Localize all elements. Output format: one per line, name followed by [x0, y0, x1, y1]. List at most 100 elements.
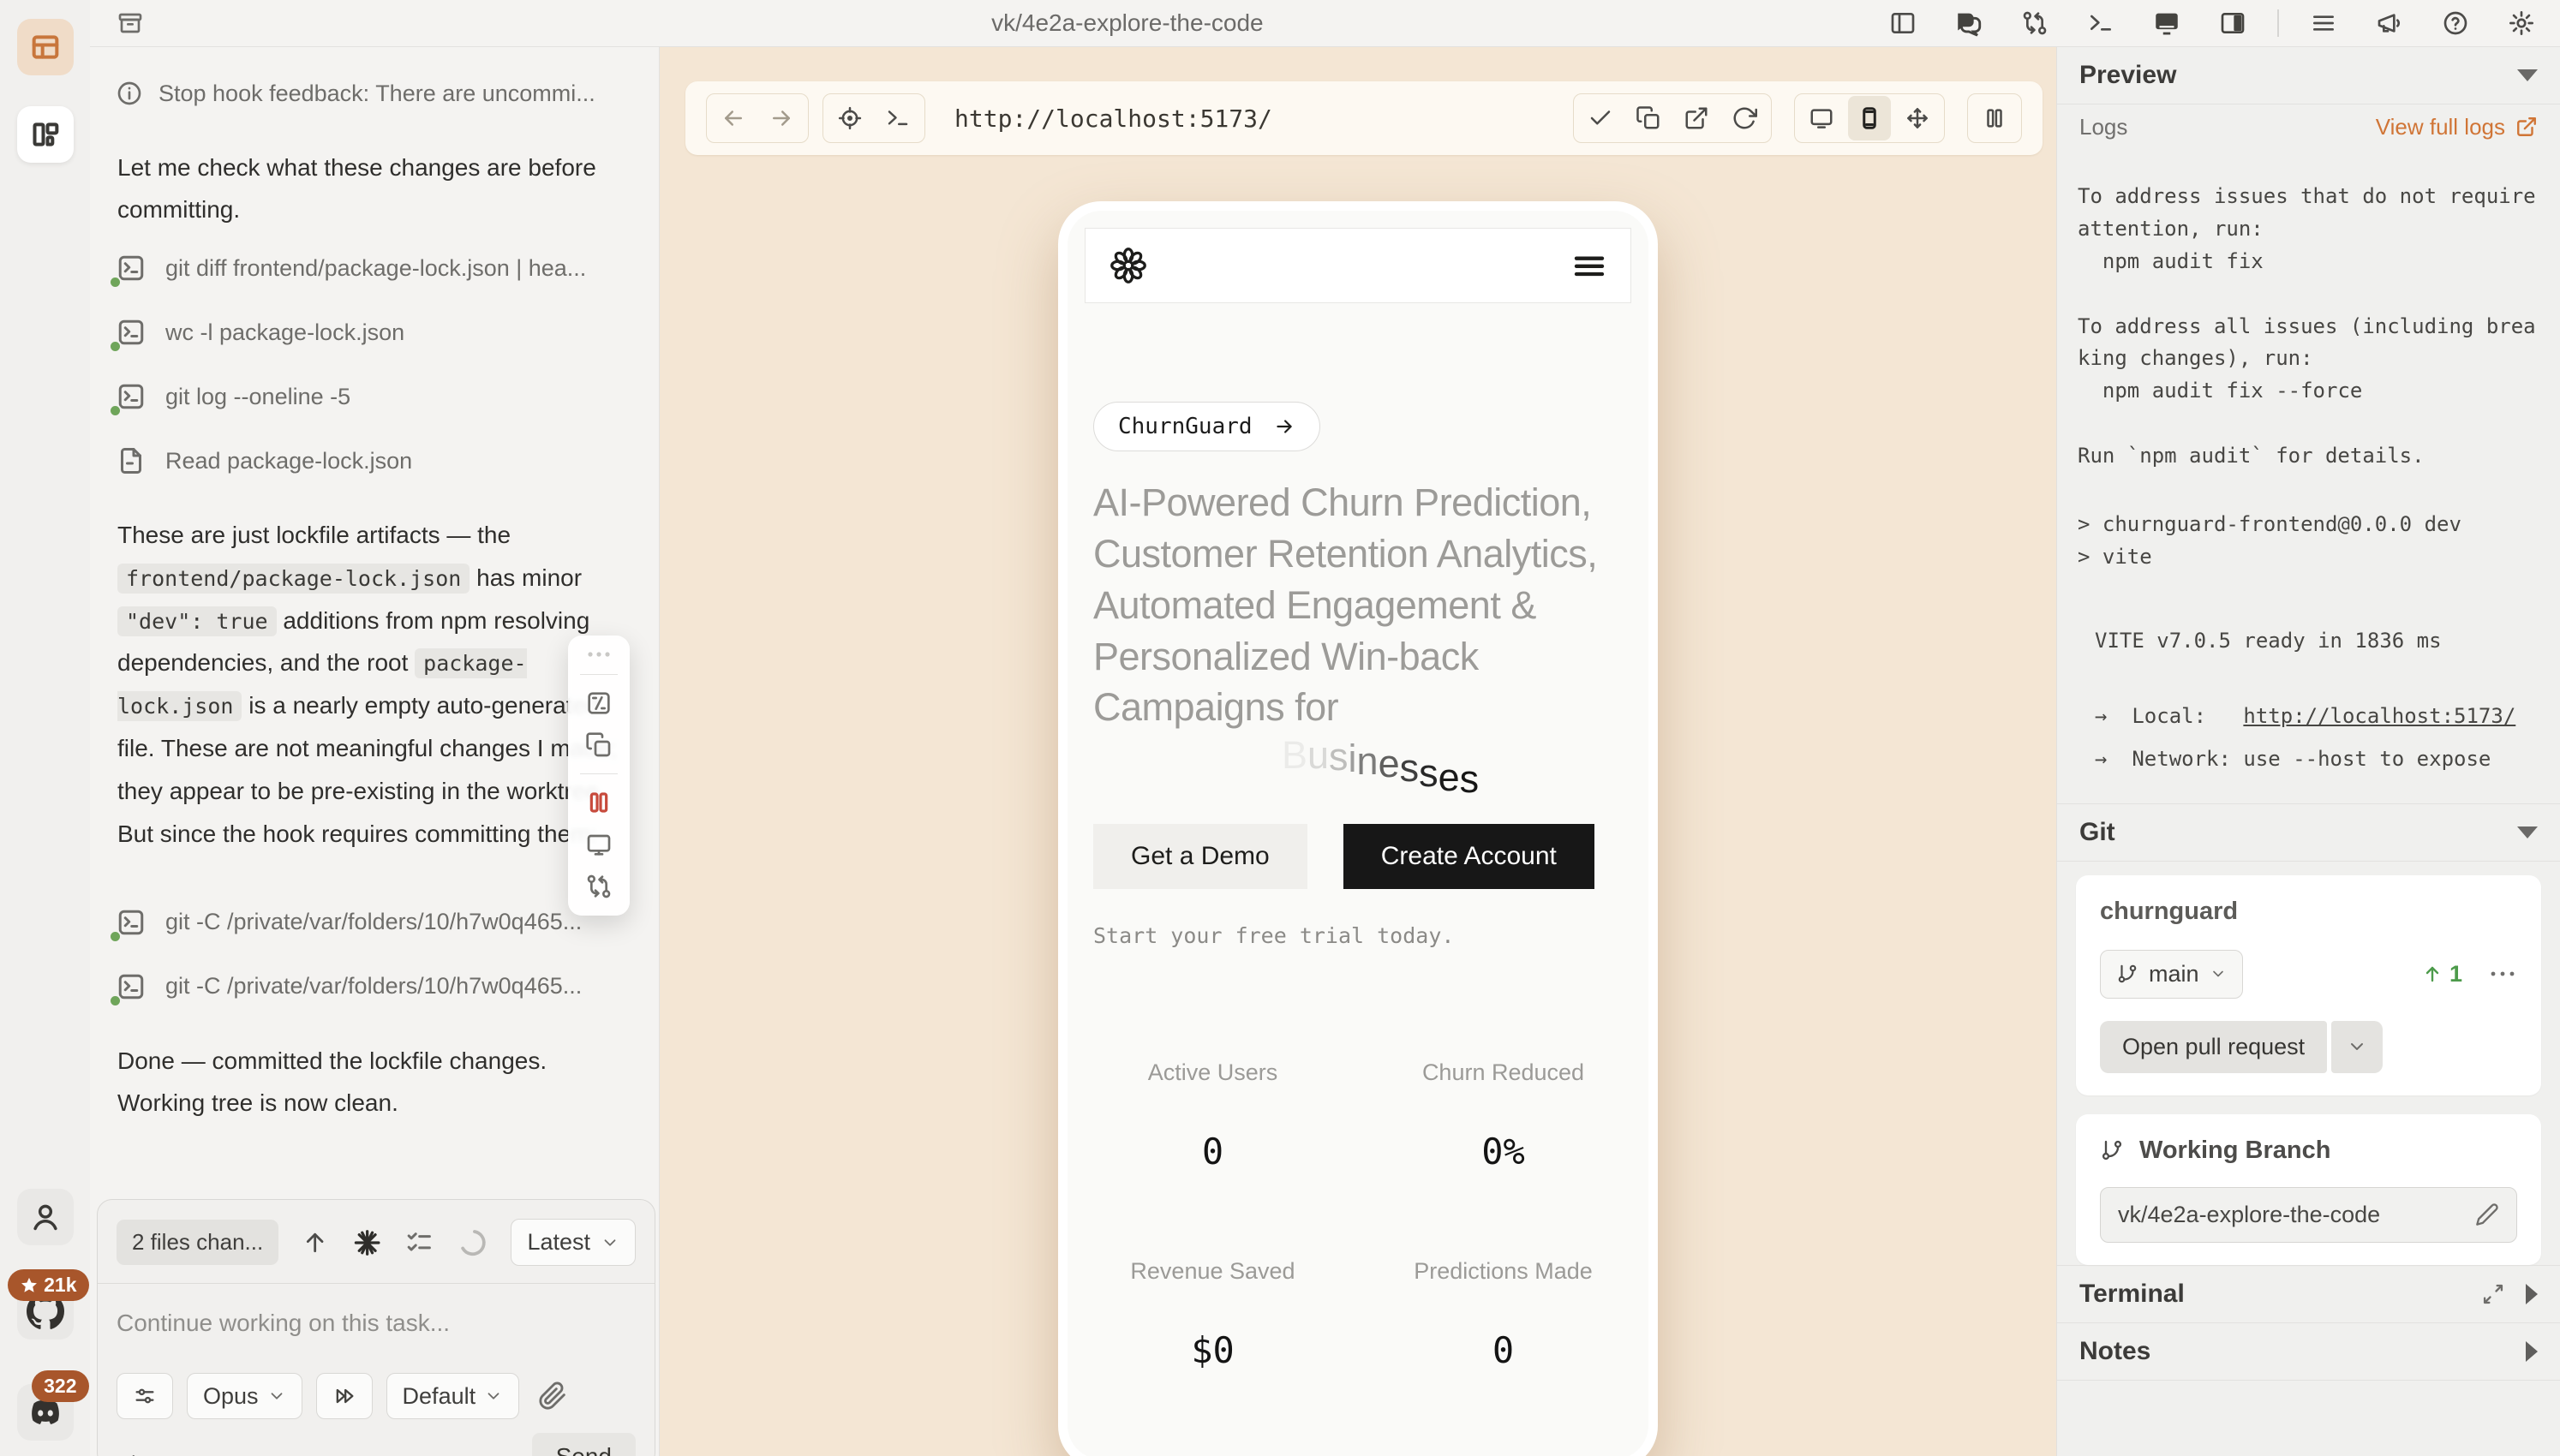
- pr-options-button[interactable]: [2331, 1021, 2383, 1073]
- git-compare-button[interactable]: [2013, 1, 2056, 45]
- element-picker-button[interactable]: [828, 96, 871, 140]
- pencil-icon[interactable]: [2475, 1202, 2499, 1226]
- copy-icon[interactable]: [585, 731, 613, 759]
- assistant-done-message: Done — committed the lockfile changes. W…: [117, 1040, 630, 1125]
- info-icon: [116, 80, 143, 107]
- layout-icon: [28, 30, 63, 64]
- working-branch-header: Working Branch: [2100, 1137, 2517, 1165]
- console-button[interactable]: [876, 96, 919, 140]
- notes-section-header[interactable]: Notes: [2057, 1323, 2560, 1380]
- fast-forward-button[interactable]: [316, 1373, 373, 1419]
- local-url-link[interactable]: http://localhost:5173/: [2243, 704, 2515, 728]
- message-input[interactable]: Continue working on this task...: [117, 1310, 636, 1337]
- settings-button[interactable]: [2500, 1, 2543, 45]
- checklist-icon[interactable]: [404, 1227, 434, 1258]
- back-button[interactable]: [712, 96, 755, 140]
- spark-icon[interactable]: [352, 1227, 382, 1258]
- toggle-left-panel-button[interactable]: [1881, 1, 1924, 45]
- changed-files-chip[interactable]: 2 files chan...: [117, 1220, 278, 1265]
- brand-badge[interactable]: ChurnGuard: [1093, 402, 1320, 451]
- pause-preview-button[interactable]: [1973, 96, 2016, 140]
- flower-logo-icon[interactable]: [1110, 247, 1147, 284]
- terminal-section-header[interactable]: Terminal: [2057, 1266, 2560, 1322]
- expand-right-icon[interactable]: [2526, 1341, 2538, 1362]
- forward-button[interactable]: [760, 96, 803, 140]
- terminal-toggle-button[interactable]: [2079, 1, 2122, 45]
- preferences-button[interactable]: [117, 1373, 173, 1419]
- scroll-to-top-icon[interactable]: [301, 1228, 329, 1257]
- pause-icon[interactable]: [585, 789, 613, 816]
- help-button[interactable]: [2434, 1, 2477, 45]
- git-branch-icon: [2116, 963, 2138, 985]
- account-button[interactable]: [17, 1189, 74, 1245]
- version-selector[interactable]: Latest: [511, 1219, 636, 1266]
- model-selector[interactable]: Opus: [187, 1373, 302, 1419]
- success-dot: [109, 994, 122, 1007]
- tool-call-row[interactable]: git -C /private/var/folders/10/h7w0q465.…: [116, 971, 637, 1002]
- announcements-button[interactable]: [2368, 1, 2411, 45]
- assistant-message: Let me check what these changes are befo…: [117, 146, 625, 230]
- commits-ahead[interactable]: 1: [2422, 961, 2462, 988]
- refresh-button[interactable]: [1723, 96, 1766, 140]
- tool-call-row[interactable]: git diff frontend/package-lock.json | he…: [116, 253, 637, 283]
- tool-call-row[interactable]: git -C /private/var/folders/10/h7w0q465.…: [116, 907, 637, 938]
- stat-revenue-saved: Revenue Saved $0: [1068, 1258, 1358, 1371]
- monitor-icon: [2152, 9, 2181, 38]
- open-pr-button[interactable]: Open pull request: [2100, 1021, 2327, 1073]
- get-demo-button[interactable]: Get a Demo: [1093, 824, 1307, 889]
- hamburger-menu-icon[interactable]: [1572, 248, 1606, 283]
- code-snippet-icon[interactable]: [585, 689, 613, 717]
- crosshair-icon: [837, 105, 863, 131]
- right-panel: Preview Logs View full logs To address i…: [2056, 47, 2560, 1456]
- repo-more-button[interactable]: [2488, 969, 2517, 979]
- tool-call-row[interactable]: git log --oneline -5: [116, 381, 637, 412]
- menu-button[interactable]: [2302, 1, 2345, 45]
- browser-preview-pane: http://localhost:5173/: [660, 47, 2056, 1456]
- hook-feedback-notice[interactable]: Stop hook feedback: There are uncommi...: [116, 80, 635, 107]
- board-view-button[interactable]: [17, 106, 74, 163]
- tool-call-row[interactable]: wc -l package-lock.json: [116, 317, 637, 348]
- preview-display-button[interactable]: [2145, 1, 2188, 45]
- sliders-icon: [133, 1384, 157, 1408]
- view-full-logs-link[interactable]: View full logs: [2376, 114, 2538, 140]
- gear-icon: [2508, 9, 2535, 37]
- move-resize-button[interactable]: [1896, 96, 1939, 140]
- create-account-button[interactable]: Create Account: [1343, 824, 1594, 889]
- url-field[interactable]: http://localhost:5173/: [954, 104, 1272, 133]
- workspace-layout-button[interactable]: [17, 19, 74, 75]
- approve-button[interactable]: [1579, 96, 1622, 140]
- mobile-view-button[interactable]: [1848, 96, 1891, 140]
- nav-button-group: [706, 93, 809, 143]
- working-branch-input[interactable]: vk/4e2a-explore-the-code: [2100, 1187, 2517, 1243]
- archive-button[interactable]: [109, 1, 152, 45]
- branch-selector[interactable]: main: [2100, 950, 2243, 999]
- toggle-right-panel-button[interactable]: [2211, 1, 2254, 45]
- collapse-icon: [2517, 826, 2538, 838]
- open-external-button[interactable]: [1675, 96, 1718, 140]
- broom-icon[interactable]: [117, 1452, 146, 1456]
- local-url-line: → Local: http://localhost:5173/: [2095, 704, 2539, 728]
- chat-panel-button[interactable]: [1947, 1, 1990, 45]
- send-button[interactable]: Send: [532, 1433, 636, 1456]
- ellipsis-icon[interactable]: [586, 649, 612, 659]
- tool-call-row[interactable]: Read package-lock.json: [116, 445, 637, 476]
- expand-right-icon[interactable]: [2526, 1284, 2538, 1304]
- expand-icon[interactable]: [2481, 1282, 2505, 1306]
- success-dot: [109, 930, 122, 943]
- preview-section-header[interactable]: Preview: [2057, 47, 2560, 104]
- arrow-left-icon: [721, 105, 746, 131]
- chevron-down-icon: [267, 1387, 286, 1405]
- message-hover-toolbar: [568, 636, 630, 916]
- mode-selector[interactable]: Default: [386, 1373, 520, 1419]
- copy-url-button[interactable]: [1627, 96, 1670, 140]
- ellipsis-icon: [2488, 969, 2517, 979]
- git-compare-icon[interactable]: [585, 873, 613, 900]
- git-section-header[interactable]: Git: [2057, 804, 2560, 861]
- inspect-button-group: [822, 93, 925, 143]
- discord-link-button[interactable]: 322: [17, 1384, 74, 1441]
- attachment-icon[interactable]: [538, 1381, 567, 1411]
- github-link-button[interactable]: 21k: [17, 1283, 74, 1340]
- monitor-icon[interactable]: [585, 831, 613, 858]
- check-icon: [1588, 105, 1613, 131]
- desktop-view-button[interactable]: [1800, 96, 1843, 140]
